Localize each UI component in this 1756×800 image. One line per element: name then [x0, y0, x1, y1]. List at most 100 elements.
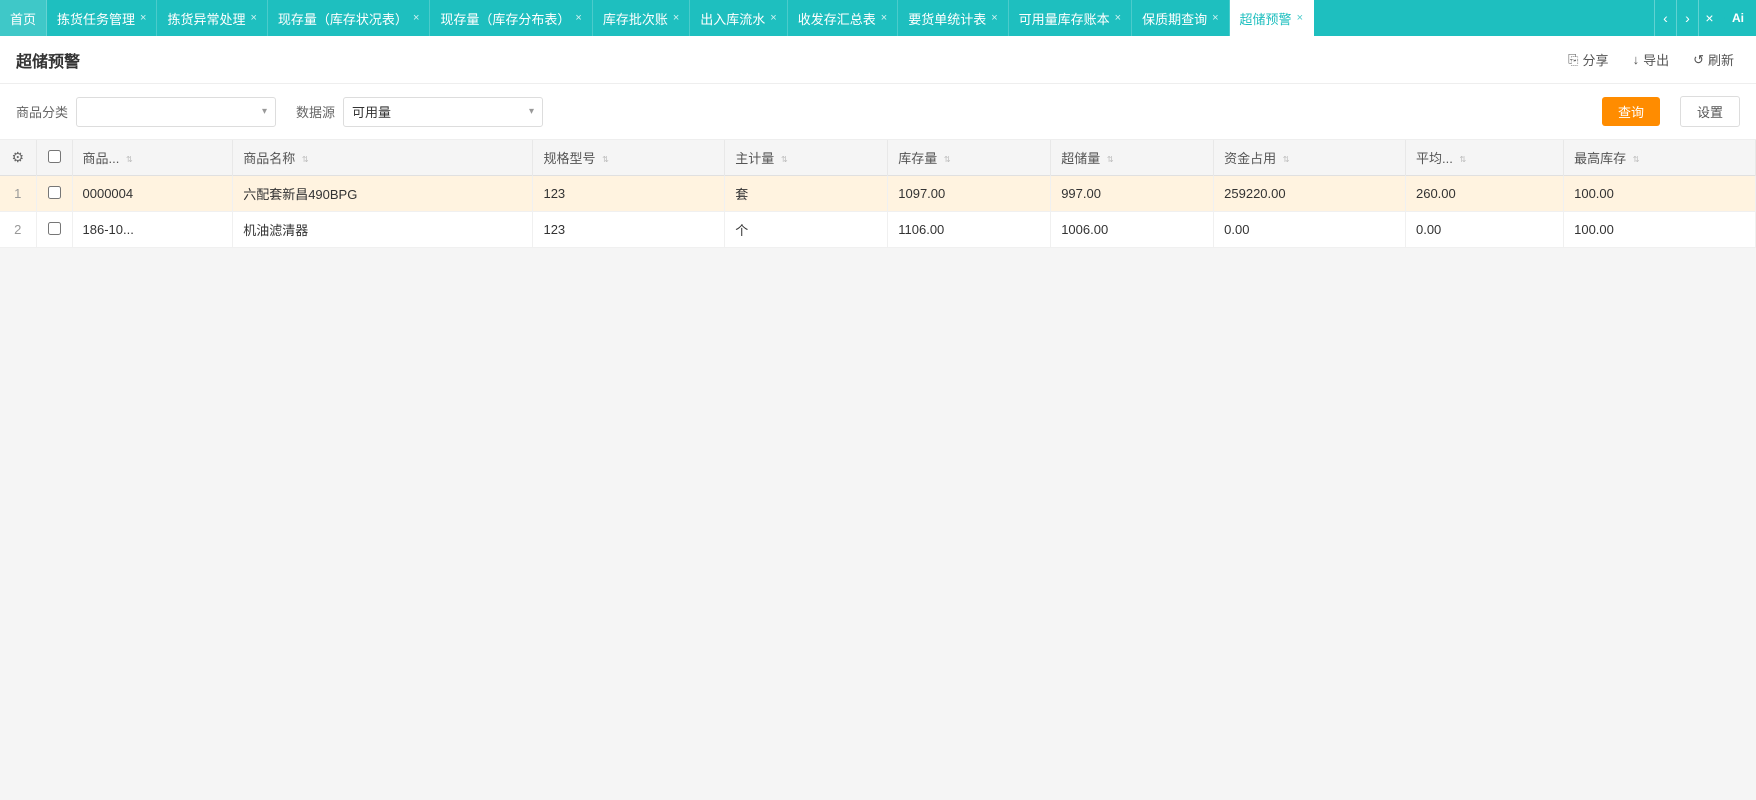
sort-product-name-icon: ⇅	[302, 156, 309, 164]
datasource-value: 可用量	[352, 102, 391, 121]
nav-item-7[interactable]: 收发存汇总表 ×	[788, 0, 898, 36]
top-navigation: 首页拣货任务管理×拣货异常处理×现存量（库存状况表）×现存量（库存分布表）×库存…	[0, 0, 1756, 36]
category-chevron-icon: ▾	[262, 106, 267, 117]
nav-close-all-button[interactable]: ×	[1698, 0, 1720, 36]
th-spec[interactable]: 规格型号 ⇅	[533, 140, 725, 176]
nav-item-close-8[interactable]: ×	[991, 12, 997, 24]
th-unit[interactable]: 主计量 ⇅	[725, 140, 888, 176]
nav-item-close-5[interactable]: ×	[673, 12, 679, 24]
nav-item-0[interactable]: 首页	[0, 0, 47, 36]
th-spec-label: 规格型号	[543, 151, 595, 166]
row-unit-0: 套	[725, 176, 888, 212]
user-avatar[interactable]: Ai	[1724, 4, 1752, 32]
th-product-name[interactable]: 商品名称 ⇅	[233, 140, 533, 176]
row-stock-qty-1: 1106.00	[888, 212, 1051, 248]
nav-item-label-9: 可用量库存账本	[1019, 9, 1110, 28]
th-over-qty-label: 超储量	[1061, 151, 1100, 166]
th-product-code-label: 商品...	[83, 151, 120, 166]
settings-config-button[interactable]: 设置	[1680, 96, 1740, 127]
share-button[interactable]: ⎘ 分享	[1562, 46, 1614, 73]
category-select[interactable]: ▾	[76, 97, 276, 127]
nav-item-label-7: 收发存汇总表	[798, 9, 876, 28]
row-checkbox-1[interactable]	[48, 222, 61, 235]
row-num-0: 1	[0, 176, 36, 212]
refresh-icon: ↺	[1693, 52, 1704, 68]
nav-item-6[interactable]: 出入库流水 ×	[690, 0, 787, 36]
page-actions: ⎘ 分享 ↓ 导出 ↺ 刷新	[1562, 46, 1740, 73]
nav-item-close-2[interactable]: ×	[250, 12, 256, 24]
nav-item-close-1[interactable]: ×	[140, 12, 146, 24]
nav-item-10[interactable]: 保质期查询 ×	[1132, 0, 1229, 36]
header-right-bar: Ai	[1720, 4, 1756, 32]
share-icon: ⎘	[1568, 52, 1578, 68]
filter-area: 商品分类 ▾ 数据源 可用量 ▾ 查询 设置	[0, 84, 1756, 140]
table-row: 2 186-10... 机油滤清器 123 个 1106.00 1006.00 …	[0, 212, 1756, 248]
th-avg[interactable]: 平均... ⇅	[1405, 140, 1563, 176]
nav-arrows: ‹ › ×	[1654, 0, 1720, 36]
sort-max-stock-icon: ⇅	[1633, 156, 1640, 164]
select-all-checkbox[interactable]	[48, 150, 61, 163]
nav-item-label-6: 出入库流水	[700, 9, 765, 28]
row-unit-1: 个	[725, 212, 888, 248]
row-product-name-1: 机油滤清器	[233, 212, 533, 248]
row-stock-qty-0: 1097.00	[888, 176, 1051, 212]
data-table: ⚙ 商品... ⇅ 商品名称 ⇅ 规格型号 ⇅	[0, 140, 1756, 248]
nav-item-close-9[interactable]: ×	[1115, 12, 1121, 24]
row-product-code-0: 0000004	[72, 176, 233, 212]
row-avg-0: 260.00	[1405, 176, 1563, 212]
row-spec-1: 123	[533, 212, 725, 248]
refresh-button[interactable]: ↺ 刷新	[1687, 46, 1740, 73]
table-header-row: ⚙ 商品... ⇅ 商品名称 ⇅ 规格型号 ⇅	[0, 140, 1756, 176]
nav-item-close-10[interactable]: ×	[1212, 12, 1218, 24]
th-max-stock-label: 最高库存	[1574, 151, 1626, 166]
nav-item-3[interactable]: 现存量（库存状况表）×	[268, 0, 430, 36]
sort-over-qty-icon: ⇅	[1107, 156, 1114, 164]
nav-item-4[interactable]: 现存量（库存分布表）×	[430, 0, 592, 36]
sort-product-code-icon: ⇅	[126, 156, 133, 164]
nav-item-label-11: 超储预警	[1240, 9, 1292, 28]
category-label: 商品分类	[16, 102, 68, 121]
refresh-label: 刷新	[1708, 50, 1734, 69]
nav-item-close-3[interactable]: ×	[413, 12, 419, 24]
nav-prev-button[interactable]: ‹	[1654, 0, 1676, 36]
datasource-chevron-icon: ▾	[529, 106, 534, 117]
th-unit-label: 主计量	[735, 151, 774, 166]
table-settings-icon[interactable]: ⚙	[11, 149, 24, 165]
nav-item-1[interactable]: 拣货任务管理×	[47, 0, 157, 36]
nav-item-label-2: 拣货异常处理	[167, 9, 245, 28]
sort-unit-icon: ⇅	[781, 156, 788, 164]
nav-item-close-6[interactable]: ×	[770, 12, 776, 24]
row-checkbox-0[interactable]	[48, 186, 61, 199]
nav-item-label-0: 首页	[10, 9, 36, 28]
nav-item-9[interactable]: 可用量库存账本 ×	[1009, 0, 1132, 36]
nav-item-close-11[interactable]: ×	[1297, 12, 1303, 24]
table-row: 1 0000004 六配套新昌490BPG 123 套 1097.00 997.…	[0, 176, 1756, 212]
th-max-stock[interactable]: 最高库存 ⇅	[1564, 140, 1756, 176]
th-product-code[interactable]: 商品... ⇅	[72, 140, 233, 176]
page-container: 超储预警 ⎘ 分享 ↓ 导出 ↺ 刷新 商品分类 ▾ 数据源	[0, 36, 1756, 248]
nav-item-label-10: 保质期查询	[1142, 9, 1207, 28]
export-button[interactable]: ↓ 导出	[1627, 46, 1676, 73]
export-label: 导出	[1643, 50, 1669, 69]
th-over-qty[interactable]: 超储量 ⇅	[1051, 140, 1214, 176]
nav-item-close-4[interactable]: ×	[575, 12, 581, 24]
nav-item-label-5: 库存批次账	[603, 9, 668, 28]
nav-item-5[interactable]: 库存批次账 ×	[593, 0, 690, 36]
row-capital-use-1: 0.00	[1214, 212, 1406, 248]
nav-item-11[interactable]: 超储预警 ×	[1230, 0, 1314, 36]
nav-next-button[interactable]: ›	[1676, 0, 1698, 36]
th-stock-qty[interactable]: 库存量 ⇅	[888, 140, 1051, 176]
th-capital-use[interactable]: 资金占用 ⇅	[1214, 140, 1406, 176]
row-capital-use-0: 259220.00	[1214, 176, 1406, 212]
nav-item-close-7[interactable]: ×	[881, 12, 887, 24]
th-stock-qty-label: 库存量	[898, 151, 937, 166]
datasource-label: 数据源	[296, 102, 335, 121]
category-filter-group: 商品分类 ▾	[16, 97, 276, 127]
row-max-stock-0: 100.00	[1564, 176, 1756, 212]
nav-item-2[interactable]: 拣货异常处理 ×	[157, 0, 267, 36]
export-icon: ↓	[1633, 52, 1640, 67]
th-avg-label: 平均...	[1416, 151, 1453, 166]
nav-item-8[interactable]: 要货单统计表×	[898, 0, 1008, 36]
datasource-select[interactable]: 可用量 ▾	[343, 97, 543, 127]
query-button[interactable]: 查询	[1602, 97, 1660, 126]
